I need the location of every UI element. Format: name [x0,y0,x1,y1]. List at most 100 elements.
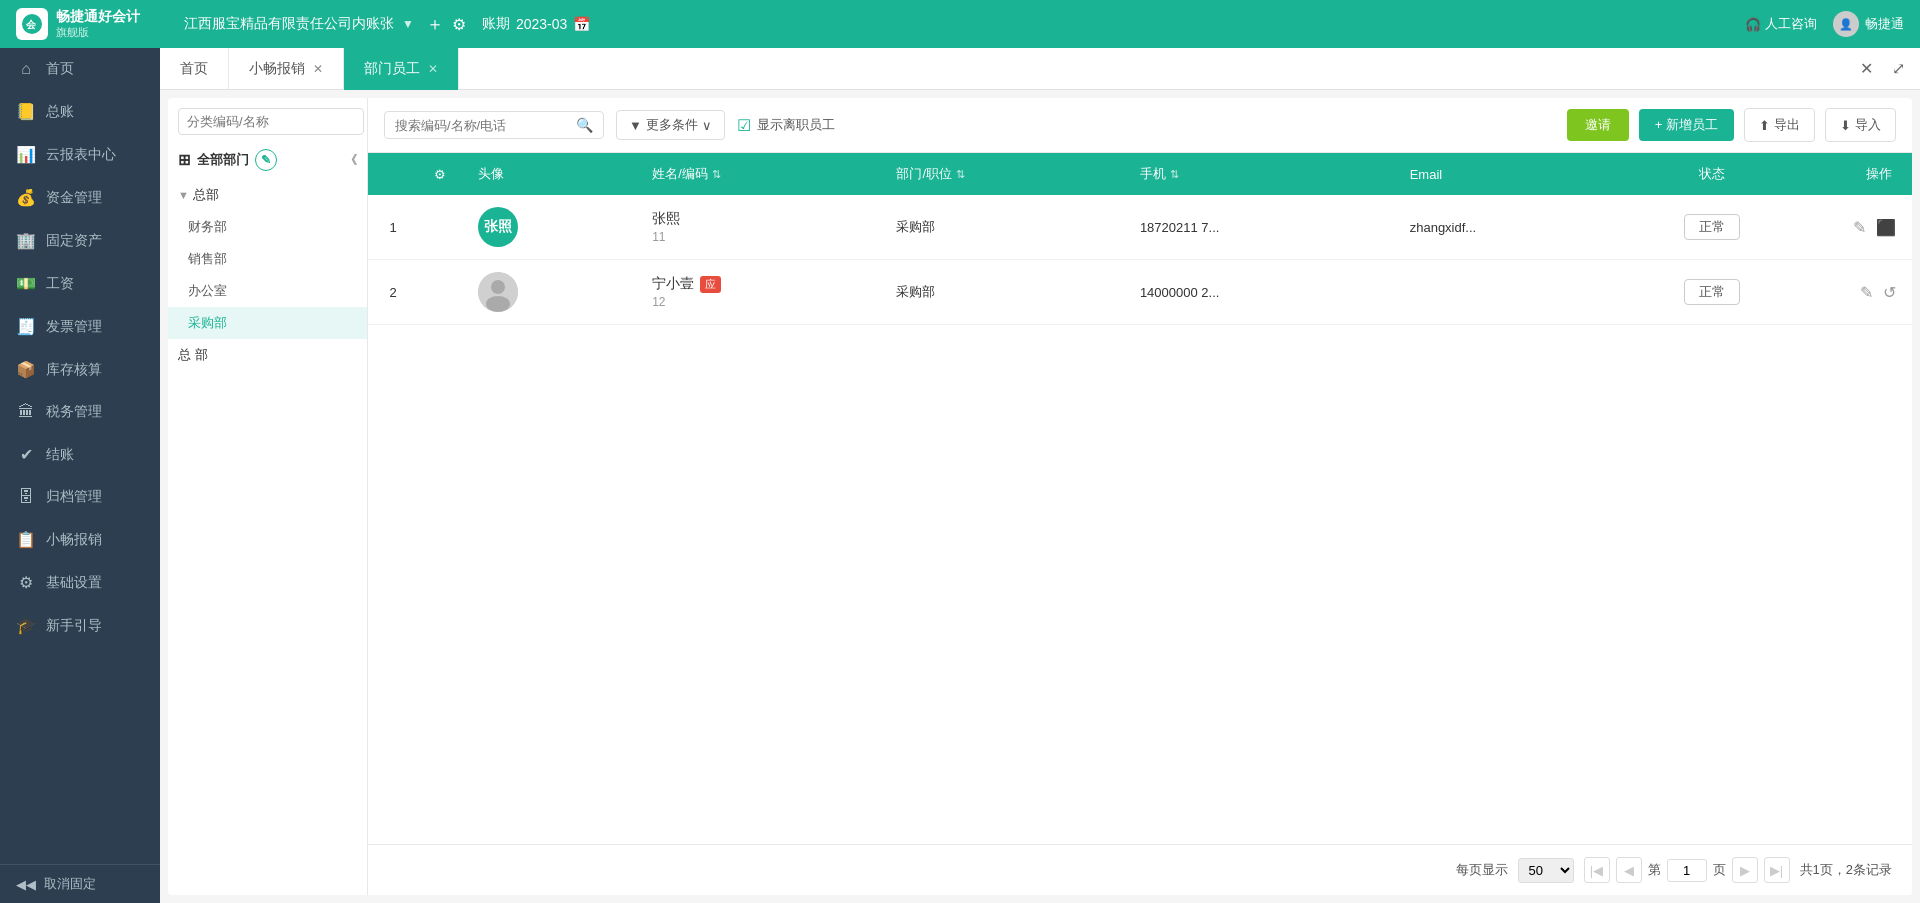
name-code-1: 张熙 11 [652,210,864,244]
tab-maximize[interactable]: ⤢ [1884,55,1912,83]
dept-search-box: 🔍 [168,98,367,141]
cell-avatar-2 [462,260,636,325]
sidebar-item-inventory[interactable]: 📦 库存核算 [0,348,160,391]
employee-search-input[interactable] [395,118,570,133]
user-area[interactable]: 👤 畅捷通 [1833,11,1904,37]
prev-page-button[interactable]: ◀ [1616,857,1642,883]
refresh-icon-2[interactable]: ↺ [1883,283,1896,302]
logo-text-area: 畅捷通好会计 旗舰版 [56,8,140,40]
filter-button[interactable]: ▼ 更多条件 ∨ [616,110,725,140]
tab-close-window[interactable]: ✕ [1852,55,1880,83]
tab-expense[interactable]: 小畅报销 ✕ [229,48,344,90]
dept-item-finance[interactable]: 财务部 [168,211,367,243]
cell-no-1: 1 [368,195,418,260]
sidebar-item-label: 发票管理 [46,318,102,336]
period-area: 账期 2023-03 📅 [482,15,590,33]
table-row: 1 张照 张熙 [368,195,1912,260]
first-page-button[interactable]: |◀ [1584,857,1610,883]
status-badge-2: 正常 [1684,279,1740,305]
cell-settings-2 [418,260,462,325]
company-dropdown-icon[interactable]: ▼ [402,17,414,31]
sidebar-item-settings[interactable]: ⚙ 基础设置 [0,561,160,604]
dept-item-purchase[interactable]: 采购部 [168,307,367,339]
cell-phone-1: 18720211 7... [1124,195,1394,260]
dept-search-input[interactable] [178,108,364,135]
tab-dept-close[interactable]: ✕ [428,62,438,76]
logo-icon: 会 [16,8,48,40]
sidebar-item-guide[interactable]: 🎓 新手引导 [0,604,160,647]
left-arrow-icon: ◀◀ [16,877,36,892]
cell-dept-2: 采购部 [880,260,1123,325]
sidebar-item-home[interactable]: ⌂ 首页 [0,48,160,90]
settings-icon[interactable]: ⚙ [452,15,466,34]
tabs-bar: 首页 小畅报销 ✕ 部门员工 ✕ ✕ ⤢ [160,48,1920,90]
dept-finance-label: 财务部 [188,218,227,236]
tab-home[interactable]: 首页 [160,48,229,90]
archive-icon: 🗄 [16,488,36,506]
user-name: 畅捷通 [1865,15,1904,33]
employee-list: 🔍 ▼ 更多条件 ∨ ☑ 显示离职员工 [368,98,1912,895]
dept-parent-general[interactable]: 总 部 [168,339,367,371]
service-button[interactable]: 🎧 人工咨询 [1745,15,1817,33]
toolbar-right: 邀请 + 新增员工 ⬆ 导出 ⬇ 导入 [1567,108,1896,142]
show-resigned-toggle[interactable]: ☑ 显示离职员工 [737,116,835,135]
sidebar-item-ledger[interactable]: 📒 总账 [0,90,160,133]
dept-collapse-icon[interactable]: 《 [345,152,357,169]
sidebar-item-assets[interactable]: 🏢 固定资产 [0,219,160,262]
next-page-button[interactable]: ▶ [1732,857,1758,883]
company-selector[interactable]: 江西服宝精品有限责任公司内账张 ▼ [184,15,414,33]
sidebar-item-tax[interactable]: 🏛 税务管理 [0,391,160,433]
inventory-icon: 📦 [16,360,36,379]
sidebar-item-closing[interactable]: ✔ 结账 [0,433,160,476]
sidebar-item-invoice[interactable]: 🧾 发票管理 [0,305,160,348]
th-phone[interactable]: 手机 ⇅ [1124,153,1394,195]
content-area: 首页 小畅报销 ✕ 部门员工 ✕ ✕ ⤢ 🔍 [160,48,1920,903]
calendar-icon[interactable]: 📅 [573,16,590,32]
edit-icon-1[interactable]: ✎ [1853,218,1866,237]
sidebar-item-salary[interactable]: 💵 工资 [0,262,160,305]
import-button[interactable]: ⬇ 导入 [1825,108,1896,142]
search-icon[interactable]: 🔍 [576,117,593,133]
employee-toolbar: 🔍 ▼ 更多条件 ∨ ☑ 显示离职员工 [368,98,1912,153]
top-header: 会 畅捷通好会计 旗舰版 江西服宝精品有限责任公司内账张 ▼ ＋ ⚙ 账期 20… [0,0,1920,48]
export-button[interactable]: ⬆ 导出 [1744,108,1815,142]
employee-code-2: 12 [652,295,864,309]
grid-icon: ⊞ [178,151,191,169]
sidebar-item-reports[interactable]: 📊 云报表中心 [0,133,160,176]
employee-name-2: 宁小壹 应 [652,275,864,293]
add-employee-button[interactable]: + 新增员工 [1639,109,1734,141]
sidebar-item-label: 税务管理 [46,403,102,421]
sidebar-item-archive[interactable]: 🗄 归档管理 [0,476,160,518]
total-label: 共1页，2条记录 [1800,861,1892,879]
tab-dept-employee[interactable]: 部门员工 ✕ [344,48,459,90]
dept-group-general: 总 部 [168,339,367,371]
cell-email-2 [1394,260,1632,325]
ying-tag: 应 [700,276,721,293]
page-input[interactable] [1667,859,1707,882]
sidebar: ⌂ 首页 📒 总账 📊 云报表中心 💰 资金管理 🏢 固定资产 💵 工资 🧾 发… [0,48,160,903]
tab-expense-close[interactable]: ✕ [313,62,323,76]
th-name[interactable]: 姓名/编码 ⇅ [636,153,880,195]
checkbox-checked-icon: ☑ [737,116,751,135]
dept-edit-icon[interactable]: ✎ [255,149,277,171]
page-unit: 页 [1713,861,1726,879]
sidebar-item-expense[interactable]: 📋 小畅报销 [0,518,160,561]
dept-parent-root[interactable]: ▼ 总部 [168,179,367,211]
dept-item-office[interactable]: 办公室 [168,275,367,307]
invite-button[interactable]: 邀请 [1567,109,1629,141]
cell-avatar-1: 张照 [462,195,636,260]
edit-icon-2[interactable]: ✎ [1860,283,1873,302]
add-company-icon[interactable]: ＋ [426,12,444,36]
last-page-button[interactable]: ▶| [1764,857,1790,883]
dept-item-sales[interactable]: 销售部 [168,243,367,275]
company-name: 江西服宝精品有限责任公司内账张 [184,15,394,33]
unpin-button[interactable]: ◀◀ 取消固定 [0,864,160,903]
th-settings[interactable]: ⚙ [418,153,462,195]
sidebar-item-label: 归档管理 [46,488,102,506]
sidebar-item-funds[interactable]: 💰 资金管理 [0,176,160,219]
th-avatar: 头像 [462,153,636,195]
all-dept-header[interactable]: ⊞ 全部部门 ✎ 《 [168,141,367,179]
page-size-dropdown[interactable]: 50 20 100 [1518,858,1574,883]
th-dept[interactable]: 部门/职位 ⇅ [880,153,1123,195]
logout-icon-1[interactable]: ⬛ [1876,218,1896,237]
